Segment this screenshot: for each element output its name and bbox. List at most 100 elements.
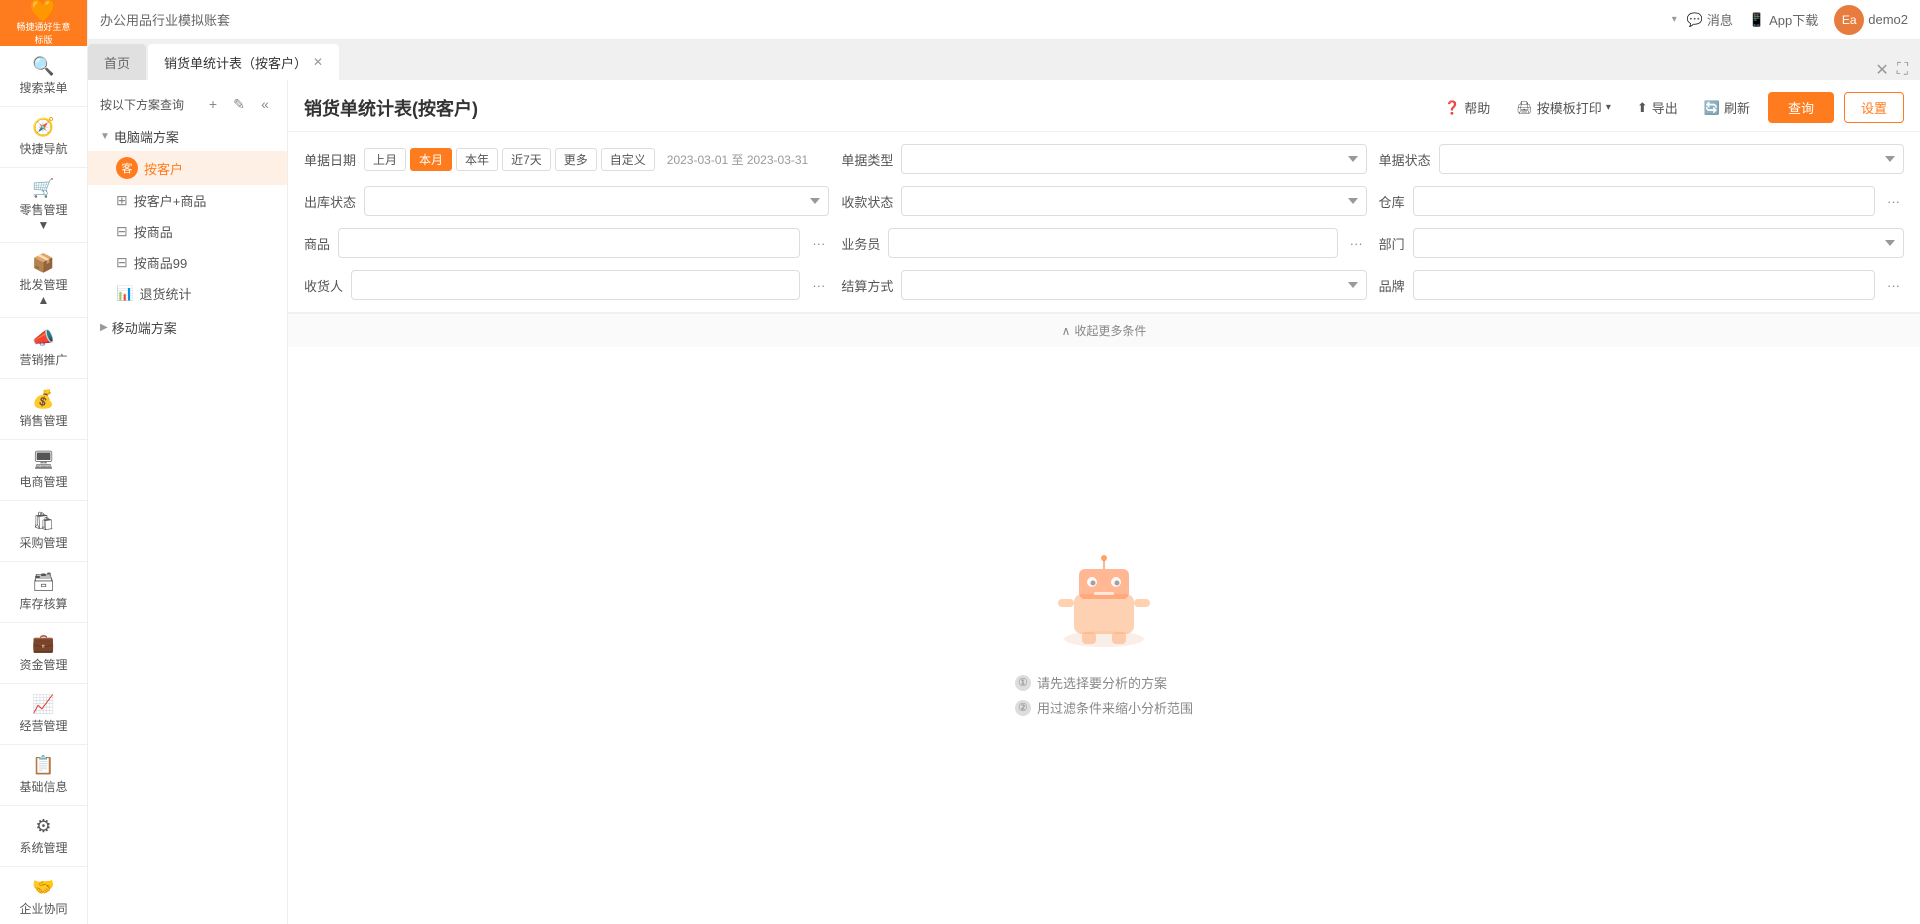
tab-sales-report[interactable]: 销货单统计表（按客户） ✕ [148, 44, 339, 80]
sidebar-item-search[interactable]: 🔍 搜索菜单 [0, 46, 87, 107]
goods99-icon: ⊟ [116, 254, 128, 271]
consignee-input[interactable] [351, 270, 800, 300]
tab-home[interactable]: 首页 [88, 44, 146, 80]
retail-expand-icon: ▼ [38, 218, 50, 232]
purchase-icon: 🛍 [32, 511, 55, 532]
filter-area: 单据日期 上月 本月 本年 近7天 更多 自定义 2023-03-01 至 20… [288, 132, 1920, 313]
consignee-ellipsis[interactable]: ··· [808, 278, 829, 293]
maximize-icon[interactable]: ⛶ [1897, 61, 1908, 79]
sidebar-item-inventory[interactable]: 🗃 库存核算 [0, 562, 87, 623]
doctype-select[interactable] [901, 144, 1366, 174]
finance-icon: 💼 [32, 633, 54, 654]
date-btn-this-year[interactable]: 本年 [456, 148, 498, 171]
collapse-icon: « [261, 96, 269, 112]
industry-chevron[interactable]: ▾ [1672, 14, 1677, 25]
collapse-row[interactable]: ∧ 收起更多条件 [288, 313, 1920, 347]
minimize-icon[interactable]: ✕ [1875, 60, 1888, 80]
filter-cell-dept: 部门 [1379, 228, 1904, 258]
retail-icon: 🛒 [32, 178, 54, 199]
app-download-button[interactable]: 📱 App下载 [1749, 10, 1818, 29]
help-button[interactable]: ❓ 帮助 [1436, 94, 1498, 121]
scheme-item-customer-goods[interactable]: ⊞ 按客户+商品 [88, 185, 287, 216]
sidebar-item-retail[interactable]: 🛒 零售管理 ▼ [0, 168, 87, 243]
warehouse-ellipsis[interactable]: ··· [1883, 194, 1904, 209]
export-label: 导出 [1652, 98, 1678, 117]
salesperson-input[interactable] [888, 228, 1337, 258]
dept-select[interactable] [1413, 228, 1904, 258]
sidebar-label-wholesale: 批发管理 [19, 276, 67, 293]
warehouse-input[interactable] [1413, 186, 1875, 216]
sidebar-item-ecommerce[interactable]: 🖥 电商管理 [0, 440, 87, 501]
sidebar-item-finance[interactable]: 💼 资金管理 [0, 623, 87, 684]
add-icon: + [209, 96, 217, 112]
goods-ellipsis[interactable]: ··· [808, 236, 829, 251]
date-btn-more[interactable]: 更多 [555, 148, 597, 171]
sidebar-item-basic[interactable]: 📋 基础信息 [0, 745, 87, 806]
message-icon: 💬 [1687, 12, 1703, 28]
collapse-panel-button[interactable]: « [255, 94, 275, 114]
date-range-text: 2023-03-01 至 2023-03-31 [667, 151, 808, 168]
collapse-label: 收起更多条件 [1074, 322, 1146, 339]
avatar: Ea [1834, 5, 1864, 35]
scheme-item-goods[interactable]: ⊟ 按商品 [88, 216, 287, 247]
date-btn-7days[interactable]: 近7天 [502, 148, 551, 171]
topbar: 办公用品行业模拟账套 ▾ 💬 消息 📱 App下载 Ea demo2 [88, 0, 1920, 40]
scheme-group-pc-header[interactable]: ▼ 电脑端方案 [88, 122, 287, 151]
scheme-item-label-goods99: 按商品99 [134, 253, 187, 272]
sidebar-item-nav[interactable]: 🧭 快捷导航 [0, 107, 87, 168]
date-btn-this-month[interactable]: 本月 [410, 148, 452, 171]
scheme-group-mobile: ▶ 移动端方案 [88, 311, 287, 344]
sidebar-item-purchase[interactable]: 🛍 采购管理 [0, 501, 87, 562]
sidebar-item-operation[interactable]: 📈 经营管理 [0, 684, 87, 745]
message-button[interactable]: 💬 消息 [1687, 10, 1733, 29]
download-icon: 📱 [1749, 12, 1765, 28]
query-button[interactable]: 查询 [1768, 92, 1834, 123]
sidebar-item-corp[interactable]: 🤝 企业协同 [0, 867, 87, 924]
payment-label: 结算方式 [841, 276, 893, 295]
filter-cell-outstatus: 出库状态 [304, 186, 829, 216]
sidebar-label-nav: 快捷导航 [19, 140, 67, 157]
brand-ellipsis[interactable]: ··· [1883, 278, 1904, 293]
consignee-label: 收货人 [304, 276, 343, 295]
sidebar-item-wholesale[interactable]: 📦 批发管理 ▲ [0, 243, 87, 318]
sidebar-item-sales[interactable]: 💰 销售管理 [0, 379, 87, 440]
page-title: 销货单统计表(按客户) [304, 95, 478, 121]
sidebar-label-sales: 销售管理 [19, 412, 67, 429]
wholesale-icon: 📦 [32, 253, 54, 274]
sidebar-item-system[interactable]: ⚙ 系统管理 [0, 806, 87, 867]
salesperson-ellipsis[interactable]: ··· [1346, 236, 1367, 251]
date-btn-custom[interactable]: 自定义 [601, 148, 655, 171]
docstatus-select[interactable] [1439, 144, 1904, 174]
sidebar-label-ecommerce: 电商管理 [19, 473, 67, 490]
filter-cell-date: 单据日期 上月 本月 本年 近7天 更多 自定义 2023-03-01 至 20… [304, 148, 829, 171]
user-menu[interactable]: Ea demo2 [1834, 5, 1908, 35]
receiptstatus-select[interactable] [901, 186, 1366, 216]
sidebar: 🧡 畅捷通好生意 标版 🔍 搜索菜单 🧭 快捷导航 🛒 零售管理 ▼ 📦 批发管… [0, 0, 88, 924]
warehouse-label: 仓库 [1379, 192, 1405, 211]
date-btn-last-month[interactable]: 上月 [364, 148, 406, 171]
payment-select[interactable] [901, 270, 1366, 300]
tab-close-icon[interactable]: ✕ [313, 55, 323, 69]
scheme-item-by-customer[interactable]: 客 按客户 [88, 151, 287, 185]
print-button[interactable]: 🖨 按模板打印 ▾ [1508, 94, 1619, 121]
sidebar-label-inventory: 库存核算 [19, 595, 67, 612]
brand-label: 品牌 [1379, 276, 1405, 295]
settings-button[interactable]: 设置 [1844, 92, 1904, 123]
goods-input[interactable] [338, 228, 800, 258]
edit-scheme-button[interactable]: ✎ [229, 94, 249, 114]
refresh-button[interactable]: 🔄 刷新 [1696, 94, 1758, 121]
export-button[interactable]: ⬆ 导出 [1629, 94, 1686, 121]
scheme-item-goods99[interactable]: ⊟ 按商品99 [88, 247, 287, 278]
brand-input[interactable] [1413, 270, 1875, 300]
filter-row-4: 收货人 ··· 结算方式 品牌 ··· [304, 270, 1904, 300]
sidebar-item-marketing[interactable]: 📣 营销推广 [0, 318, 87, 379]
filter-cell-doctype: 单据类型 [841, 144, 1366, 174]
scheme-group-mobile-header[interactable]: ▶ 移动端方案 [88, 313, 287, 342]
add-scheme-button[interactable]: + [203, 94, 223, 114]
help-label: 帮助 [1464, 98, 1490, 117]
wholesale-expand-icon: ▲ [38, 293, 50, 307]
outstatus-select[interactable] [364, 186, 829, 216]
main-area: 办公用品行业模拟账套 ▾ 💬 消息 📱 App下载 Ea demo2 首页 [88, 0, 1920, 924]
outstatus-label: 出库状态 [304, 192, 356, 211]
scheme-item-returns[interactable]: 📊 退货统计 [88, 278, 287, 309]
